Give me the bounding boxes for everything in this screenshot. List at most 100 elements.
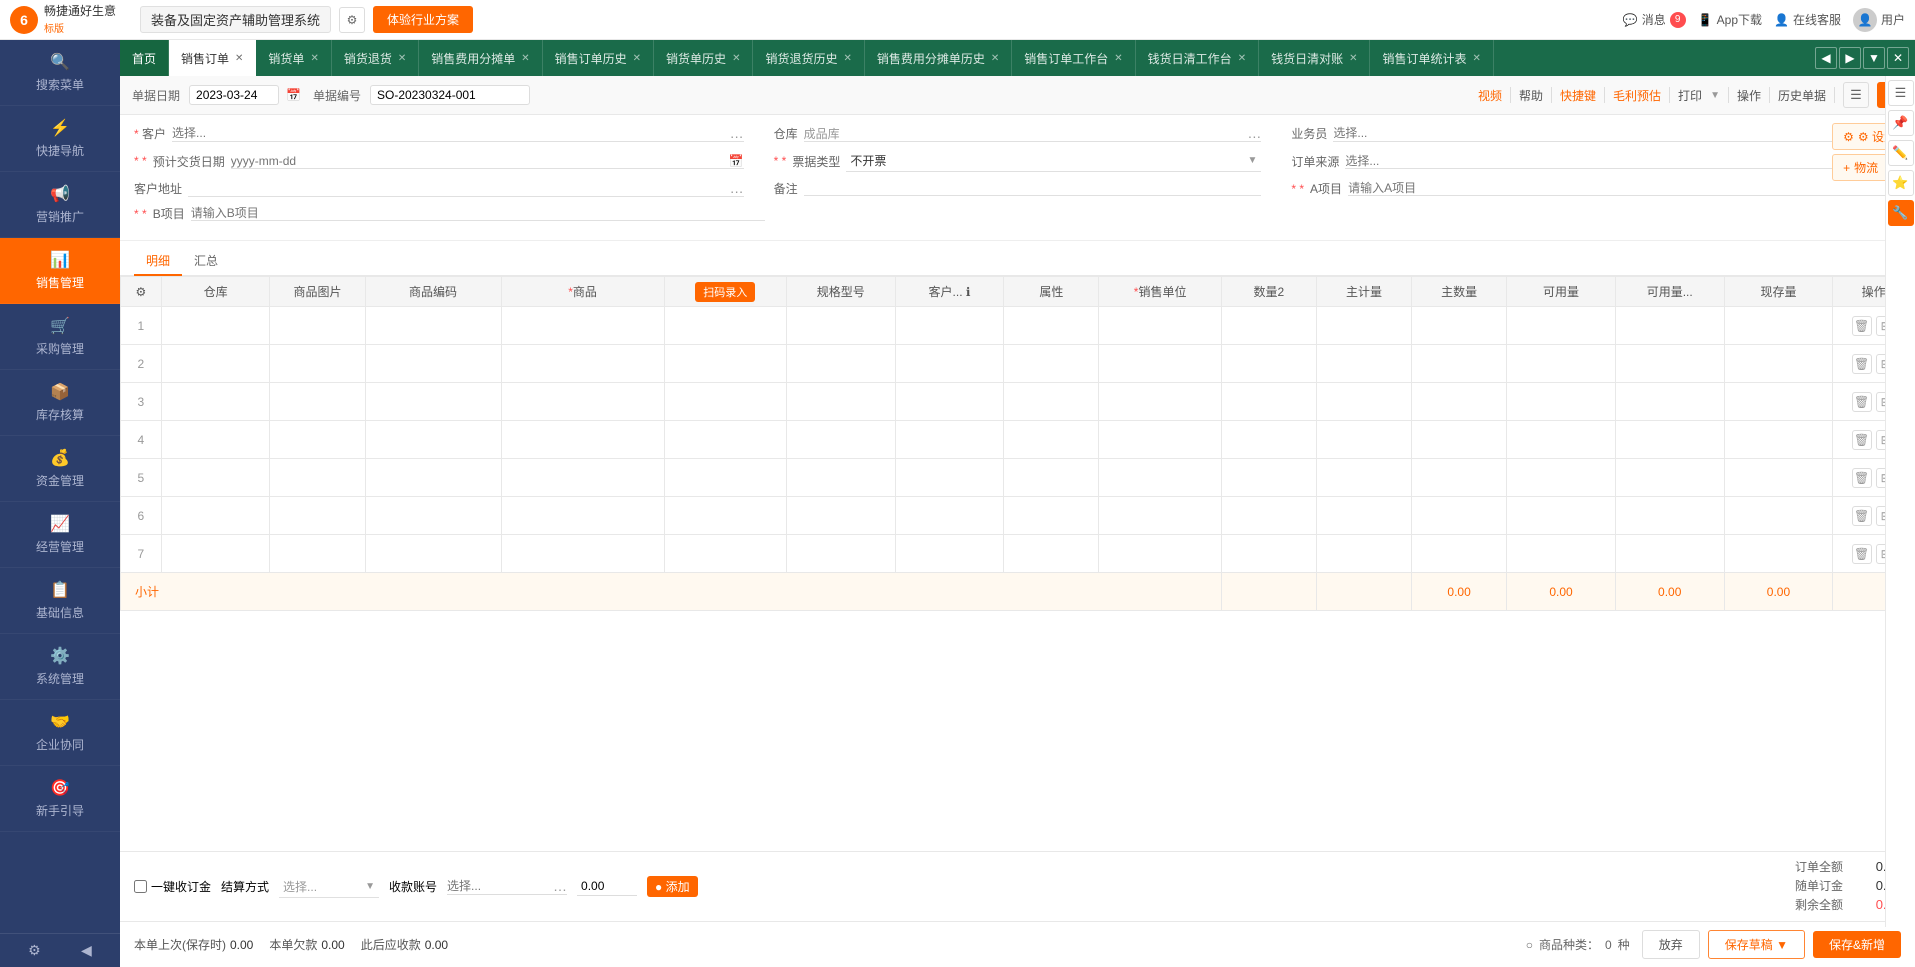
tab-expense-history-close[interactable]: ✕ [991, 53, 999, 64]
row-qty2-1[interactable] [1221, 307, 1316, 345]
row-stock-5[interactable] [1724, 459, 1833, 497]
tab-sales-order-close[interactable]: ✕ [235, 53, 243, 64]
tab-home[interactable]: 首页 [120, 40, 169, 76]
staff-input-box[interactable]: … [1333, 125, 1901, 142]
remark-input-box[interactable] [804, 181, 1262, 196]
row-delete-btn-5[interactable]: 🗑 [1852, 468, 1872, 488]
online-service-item[interactable]: 👤 在线客服 [1774, 11, 1841, 28]
row-code-2[interactable] [365, 345, 501, 383]
row-available2-7[interactable] [1615, 535, 1724, 573]
collection-amount-input[interactable] [577, 877, 637, 896]
row-scan-1[interactable] [664, 307, 786, 345]
tab-summary[interactable]: 汇总 [182, 247, 230, 276]
row-stock-3[interactable] [1724, 383, 1833, 421]
row-attribute-2[interactable] [1004, 345, 1099, 383]
row-delete-btn-1[interactable]: 🗑 [1852, 316, 1872, 336]
row-warehouse-2[interactable] [161, 345, 270, 383]
row-goods-5[interactable] [501, 459, 664, 497]
row-delete-btn-3[interactable]: 🗑 [1852, 392, 1872, 412]
row-attribute-5[interactable] [1004, 459, 1099, 497]
row-unit-2[interactable] [1099, 345, 1221, 383]
warehouse-input[interactable] [804, 126, 1244, 140]
row-attribute-6[interactable] [1004, 497, 1099, 535]
order-source-input-box[interactable]: ▼ [1345, 154, 1901, 169]
tab-sales-order-history-close[interactable]: ✕ [633, 53, 641, 64]
row-image-6[interactable] [270, 497, 365, 535]
sidebar-item-quick-nav[interactable]: ⚡ 快捷导航 [0, 106, 120, 172]
message-item[interactable]: 💬 消息 9 [1623, 11, 1686, 28]
row-stock-2[interactable] [1724, 345, 1833, 383]
row-image-4[interactable] [270, 421, 365, 459]
row-available-3[interactable] [1507, 383, 1616, 421]
address-input[interactable] [188, 181, 726, 195]
row-qty2-5[interactable] [1221, 459, 1316, 497]
row-available-6[interactable] [1507, 497, 1616, 535]
row-main-qty-4[interactable] [1412, 421, 1507, 459]
one-click-checkbox-input[interactable] [134, 880, 147, 893]
right-panel-btn-5[interactable]: 🔧 [1888, 200, 1914, 226]
row-main-unit-6[interactable] [1316, 497, 1411, 535]
order-source-input[interactable] [1345, 154, 1891, 168]
tab-close-all-button[interactable]: ✕ [1887, 47, 1909, 69]
tab-invoice-history-close[interactable]: ✕ [732, 53, 740, 64]
row-main-unit-4[interactable] [1316, 421, 1411, 459]
sidebar-collapse-btn[interactable]: ◀ [81, 942, 92, 959]
sidebar-item-guide[interactable]: 🎯 新手引导 [0, 766, 120, 832]
row-warehouse-3[interactable] [161, 383, 270, 421]
row-code-1[interactable] [365, 307, 501, 345]
save-new-button[interactable]: 保存&新增 [1813, 931, 1901, 958]
right-panel-btn-2[interactable]: 📌 [1888, 110, 1914, 136]
row-available2-1[interactable] [1615, 307, 1724, 345]
delivery-date-calendar-icon[interactable]: 📅 [729, 154, 744, 168]
row-scan-6[interactable] [664, 497, 786, 535]
row-goods-2[interactable] [501, 345, 664, 383]
row-attribute-4[interactable] [1004, 421, 1099, 459]
customer-input[interactable] [172, 126, 726, 140]
a-project-input-box[interactable] [1348, 181, 1901, 196]
row-customer-code-1[interactable] [895, 307, 1004, 345]
row-code-4[interactable] [365, 421, 501, 459]
row-goods-7[interactable] [501, 535, 664, 573]
row-spec-3[interactable] [786, 383, 895, 421]
row-stock-1[interactable] [1724, 307, 1833, 345]
row-main-qty-6[interactable] [1412, 497, 1507, 535]
tab-daily-clear-workbench-close[interactable]: ✕ [1238, 53, 1246, 64]
row-qty2-2[interactable] [1221, 345, 1316, 383]
tab-order-workbench-close[interactable]: ✕ [1114, 53, 1122, 64]
row-goods-4[interactable] [501, 421, 664, 459]
industry-solution-button[interactable]: 体验行业方案 [373, 6, 473, 33]
print-dropdown-icon[interactable]: ▼ [1710, 90, 1720, 101]
row-attribute-7[interactable] [1004, 535, 1099, 573]
right-panel-btn-1[interactable]: ☰ [1888, 80, 1914, 106]
customer-input-box[interactable]: … [172, 125, 744, 142]
tab-daily-reconcile-close[interactable]: ✕ [1349, 53, 1357, 64]
row-available2-6[interactable] [1615, 497, 1724, 535]
sidebar-item-system[interactable]: ⚙️ 系统管理 [0, 634, 120, 700]
row-qty2-4[interactable] [1221, 421, 1316, 459]
row-goods-1[interactable] [501, 307, 664, 345]
row-available-2[interactable] [1507, 345, 1616, 383]
tab-sales-return-close[interactable]: ✕ [398, 53, 406, 64]
row-available2-3[interactable] [1615, 383, 1724, 421]
row-main-qty-5[interactable] [1412, 459, 1507, 497]
settings-button[interactable]: ⚙ [339, 7, 365, 33]
sidebar-item-inventory[interactable]: 📦 库存核算 [0, 370, 120, 436]
sidebar-item-business[interactable]: 📈 经营管理 [0, 502, 120, 568]
row-stock-7[interactable] [1724, 535, 1833, 573]
row-unit-5[interactable] [1099, 459, 1221, 497]
staff-input[interactable] [1333, 126, 1883, 140]
b-project-input[interactable] [191, 206, 765, 220]
address-dots-icon[interactable]: … [730, 180, 744, 196]
row-main-unit-1[interactable] [1316, 307, 1411, 345]
row-customer-code-2[interactable] [895, 345, 1004, 383]
row-customer-code-5[interactable] [895, 459, 1004, 497]
sidebar-item-sales[interactable]: 📊 销售管理 [0, 238, 120, 304]
row-delete-btn-2[interactable]: 🗑 [1852, 354, 1872, 374]
row-customer-code-3[interactable] [895, 383, 1004, 421]
warehouse-input-box[interactable]: … [804, 125, 1262, 142]
row-image-5[interactable] [270, 459, 365, 497]
row-code-5[interactable] [365, 459, 501, 497]
bank-account-input-box[interactable]: … [447, 878, 567, 895]
tab-sales-expense[interactable]: 销售费用分摊单 ✕ [419, 40, 542, 76]
row-scan-4[interactable] [664, 421, 786, 459]
